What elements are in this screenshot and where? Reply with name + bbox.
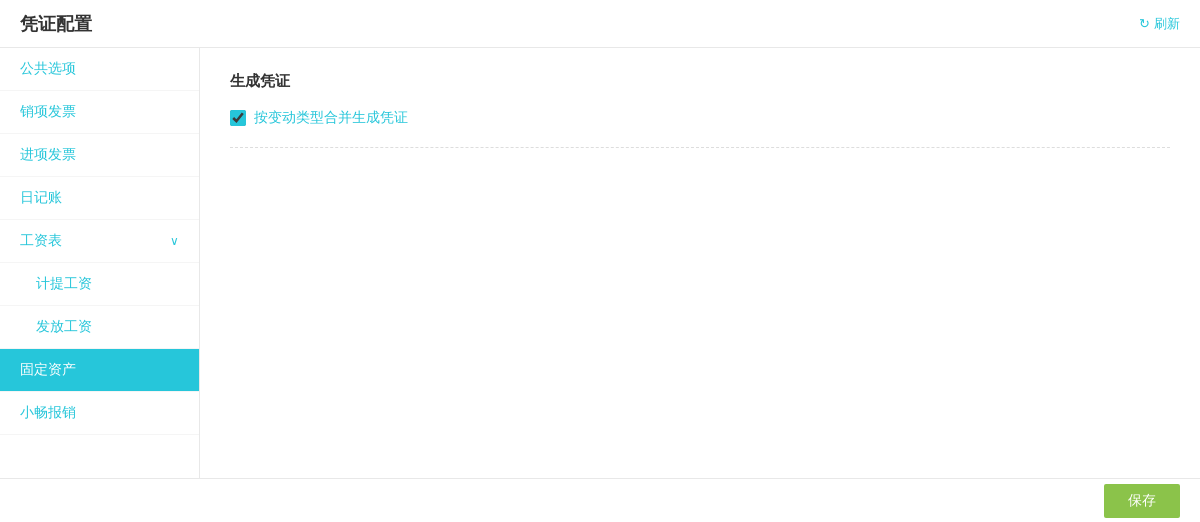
sidebar-item-journal[interactable]: 日记账 — [0, 177, 199, 220]
sidebar-item-payroll[interactable]: 工资表 ∨ — [0, 220, 199, 263]
sidebar-item-label: 日记账 — [20, 189, 62, 207]
sidebar-item-label: 公共选项 — [20, 60, 76, 78]
merge-by-type-checkbox[interactable] — [230, 110, 246, 126]
merge-by-type-label[interactable]: 按变动类型合并生成凭证 — [254, 109, 408, 127]
refresh-icon: ↻ — [1139, 16, 1150, 31]
checkbox-row: 按变动类型合并生成凭证 — [230, 109, 1170, 127]
save-button[interactable]: 保存 — [1104, 484, 1180, 518]
footer: 保存 — [0, 478, 1200, 522]
chevron-down-icon: ∨ — [170, 234, 179, 248]
header: 凭证配置 ↻ 刷新 — [0, 0, 1200, 48]
sidebar-item-label: 工资表 — [20, 232, 62, 250]
sidebar-item-pay-salary[interactable]: 发放工资 — [0, 306, 199, 349]
refresh-label: 刷新 — [1154, 15, 1180, 33]
sidebar-item-fixed-assets[interactable]: 固定资产 — [0, 349, 199, 392]
sidebar-item-sales-invoice[interactable]: 销项发票 — [0, 91, 199, 134]
sidebar-item-label: 固定资产 — [20, 361, 76, 379]
page-title: 凭证配置 — [20, 12, 92, 36]
sidebar: 公共选项 销项发票 进项发票 日记账 工资表 ∨ 计提工资 发放工资 固定资产 … — [0, 48, 200, 478]
refresh-button[interactable]: ↻ 刷新 — [1139, 15, 1180, 33]
sidebar-item-label: 发放工资 — [36, 318, 92, 336]
section-title: 生成凭证 — [230, 72, 1170, 91]
sidebar-item-label: 计提工资 — [36, 275, 92, 293]
sidebar-item-public-options[interactable]: 公共选项 — [0, 48, 199, 91]
sidebar-item-label: 小畅报销 — [20, 404, 76, 422]
sidebar-item-commission[interactable]: 计提工资 — [0, 263, 199, 306]
sidebar-item-label: 销项发票 — [20, 103, 76, 121]
content-area: 生成凭证 按变动类型合并生成凭证 — [200, 48, 1200, 478]
main-layout: 公共选项 销项发票 进项发票 日记账 工资表 ∨ 计提工资 发放工资 固定资产 … — [0, 48, 1200, 478]
sidebar-item-petty-expense[interactable]: 小畅报销 — [0, 392, 199, 435]
sidebar-item-purchase-invoice[interactable]: 进项发票 — [0, 134, 199, 177]
sidebar-item-label: 进项发票 — [20, 146, 76, 164]
section-divider — [230, 147, 1170, 148]
